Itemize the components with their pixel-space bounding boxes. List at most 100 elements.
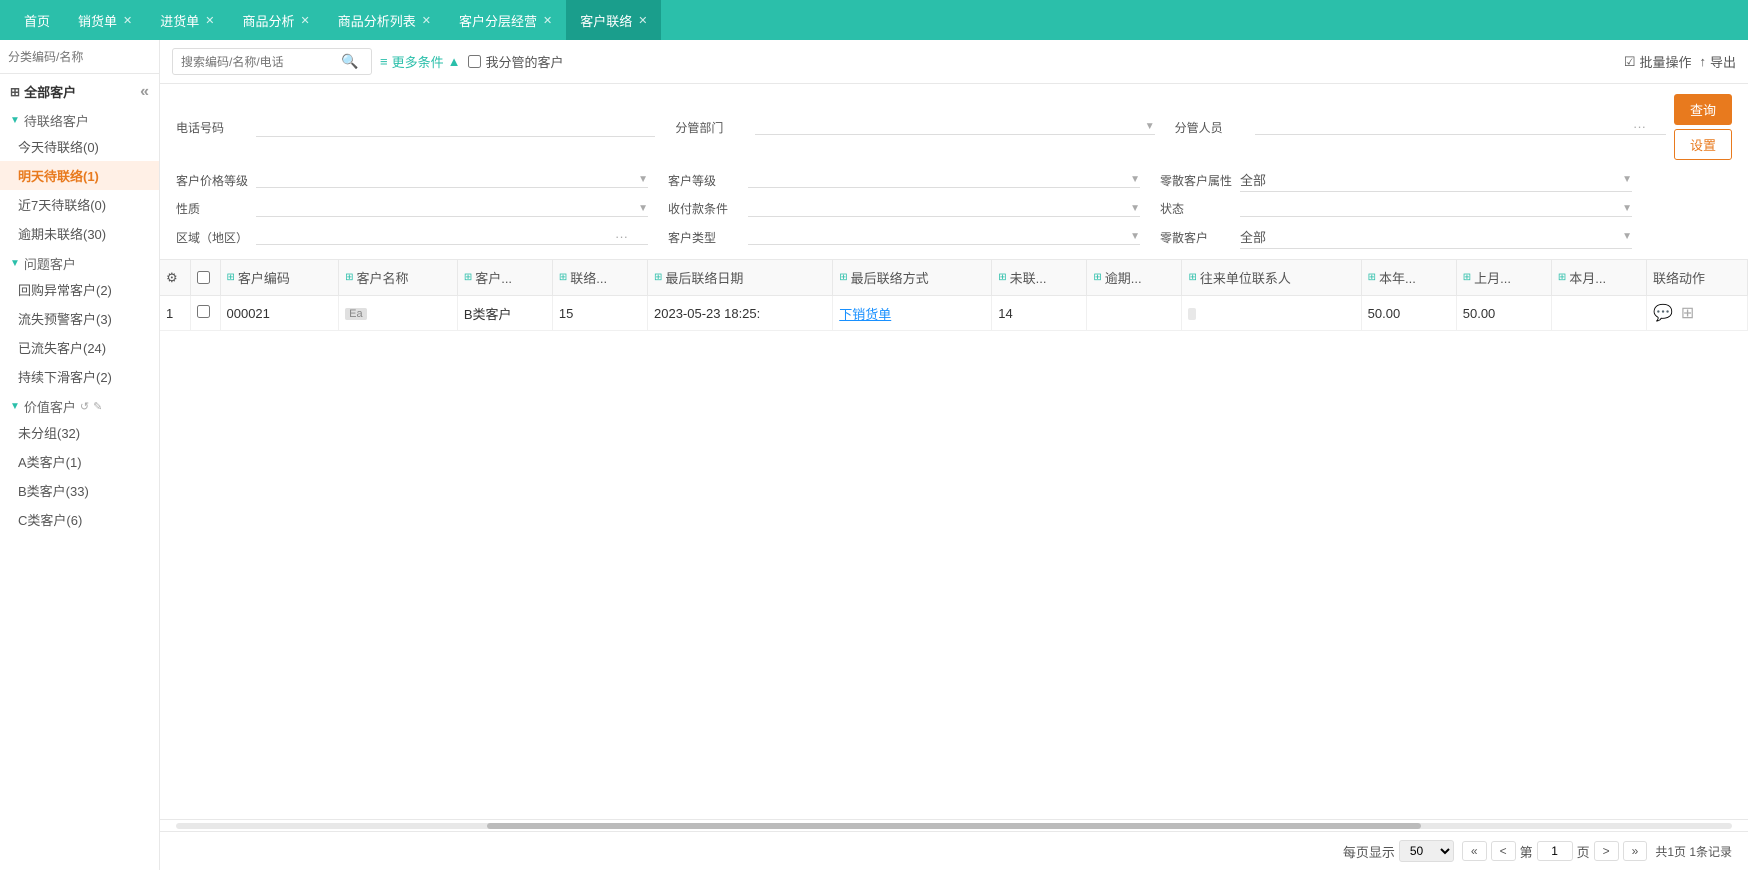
- pending-group-label: ▼ 待联络客户: [0, 105, 159, 132]
- nav-item-customer-layered[interactable]: 客户分层经营 ✕: [445, 0, 566, 40]
- refresh-icon[interactable]: ↺: [80, 400, 89, 413]
- sidebar-item-c-class[interactable]: C类客户(6): [0, 505, 159, 534]
- row-checkbox[interactable]: [197, 305, 210, 318]
- sidebar-item-today-pending[interactable]: 今天待联络(0): [0, 132, 159, 161]
- close-icon[interactable]: ✕: [422, 14, 431, 27]
- batch-op-btn[interactable]: ☑ 批量操作: [1624, 52, 1692, 71]
- retail-customer-value: 全部: [1240, 227, 1266, 246]
- grid-icon: ⊞: [10, 85, 20, 99]
- payment-select[interactable]: ▼: [748, 201, 1140, 217]
- sidebar-item-7day-pending[interactable]: 近7天待联络(0): [0, 190, 159, 219]
- sidebar-item-tomorrow-pending[interactable]: 明天待联络(1): [0, 161, 159, 190]
- export-label: 导出: [1710, 52, 1736, 71]
- cell-actions: 💬 ⊞: [1646, 296, 1747, 331]
- nav-item-customer-contact[interactable]: 客户联络 ✕: [566, 0, 661, 40]
- chevron-down-icon: ▼: [1622, 231, 1632, 242]
- problem-group-label: ▼ 问题客户: [0, 248, 159, 275]
- search-input[interactable]: [181, 55, 341, 69]
- sidebar-item-churned[interactable]: 已流失客户(24): [0, 333, 159, 362]
- retail-attr-select[interactable]: 全部 ▼: [1240, 168, 1632, 192]
- page-number-input[interactable]: [1537, 841, 1573, 861]
- contact-method-link[interactable]: 下销货单: [839, 307, 891, 322]
- sidebar-item-b-class[interactable]: B类客户(33): [0, 476, 159, 505]
- ungrouped-label: 未分组(32): [18, 426, 80, 441]
- settings-button[interactable]: 设置: [1674, 129, 1732, 160]
- dots-icon[interactable]: ···: [615, 229, 628, 244]
- th-this-year-label: 本年...: [1379, 268, 1416, 287]
- close-icon[interactable]: ✕: [301, 14, 310, 27]
- sidebar-item-ungrouped[interactable]: 未分组(32): [0, 418, 159, 447]
- more-conditions-btn[interactable]: ≡ 更多条件 ▲: [380, 52, 460, 71]
- chevron-down-icon: ▼: [1130, 203, 1140, 214]
- problem-group-text: 问题客户: [24, 254, 76, 273]
- nav-item-sales[interactable]: 销货单 ✕: [64, 0, 146, 40]
- dept-label: 分管部门: [675, 119, 755, 136]
- query-button[interactable]: 查询: [1674, 94, 1732, 125]
- my-customers-checkbox[interactable]: [468, 55, 481, 68]
- th-last-month-label: 上月...: [1474, 268, 1511, 287]
- phone-input-wrap: [256, 118, 655, 137]
- sidebar: 🔍 ⊞ 全部客户 « ▼ 待联络客户 今天待联络(0) 明天待联络(1) 近7天…: [0, 40, 160, 870]
- retail-customer-label: 零散客户: [1160, 229, 1240, 246]
- nav-item-purchase[interactable]: 进货单 ✕: [146, 0, 228, 40]
- dept-select[interactable]: ▼: [755, 119, 1154, 135]
- cell-checkbox[interactable]: [190, 296, 220, 331]
- sidebar-item-repurchase-abnormal[interactable]: 回购异常客户(2): [0, 275, 159, 304]
- scroll-track[interactable]: [176, 823, 1732, 829]
- dots-icon[interactable]: ···: [1633, 119, 1646, 134]
- sidebar-search-input[interactable]: [8, 50, 160, 64]
- comment-icon[interactable]: 💬: [1653, 303, 1673, 323]
- select-all-checkbox[interactable]: [197, 271, 210, 284]
- close-icon[interactable]: ✕: [205, 14, 214, 27]
- filter-icon: ≡: [380, 54, 388, 69]
- th-settings[interactable]: ⚙: [160, 260, 190, 296]
- prev-page-btn[interactable]: <: [1491, 841, 1516, 861]
- filter-cell-status: 状态 ▼: [1160, 200, 1652, 217]
- next-page-btn[interactable]: >: [1594, 841, 1619, 861]
- search-icon[interactable]: 🔍: [341, 53, 358, 70]
- export-icon: ↑: [1699, 54, 1706, 69]
- retail-customer-select[interactable]: 全部 ▼: [1240, 225, 1632, 249]
- th-checkbox[interactable]: [190, 260, 220, 296]
- grid-action-icon[interactable]: ⊞: [1681, 303, 1694, 323]
- churned-label: 已流失客户(24): [18, 341, 106, 356]
- close-icon[interactable]: ✕: [638, 14, 647, 27]
- collapse-icon[interactable]: «: [140, 83, 149, 101]
- edit-icon[interactable]: ✎: [93, 400, 102, 413]
- nature-select[interactable]: ▼: [256, 201, 648, 217]
- filter-cell-retail-customer: 零散客户 全部 ▼: [1160, 225, 1652, 249]
- c-class-label: C类客户(6): [18, 513, 82, 528]
- nature-label: 性质: [176, 200, 256, 217]
- cell-uncontact: 14: [992, 296, 1087, 331]
- phone-input[interactable]: [256, 118, 655, 136]
- sidebar-item-a-class[interactable]: A类客户(1): [0, 447, 159, 476]
- nav-item-home[interactable]: 首页: [10, 0, 64, 40]
- name-avatar: Ea: [345, 308, 366, 320]
- per-page-select[interactable]: 50 100 200: [1399, 840, 1454, 862]
- nav-item-analysis-list[interactable]: 商品分析列表 ✕: [324, 0, 445, 40]
- first-page-btn[interactable]: «: [1462, 841, 1487, 861]
- filter-right-actions: ☑ 批量操作 ↑ 导出: [1624, 52, 1736, 71]
- declining-label: 持续下滑客户(2): [18, 370, 112, 385]
- nav-sales-label: 销货单: [78, 11, 117, 30]
- nav-home-label: 首页: [24, 11, 50, 30]
- th-sort-icon: ⊞: [464, 272, 472, 283]
- th-contact-count: ⊞ 联络...: [552, 260, 647, 296]
- horizontal-scrollbar[interactable]: [160, 819, 1748, 831]
- last-page-btn[interactable]: »: [1623, 841, 1648, 861]
- retail-attr-label: 零散客户属性: [1160, 172, 1240, 189]
- customer-type-select[interactable]: ▼: [748, 229, 1140, 245]
- export-btn[interactable]: ↑ 导出: [1699, 52, 1736, 71]
- status-select[interactable]: ▼: [1240, 201, 1632, 217]
- close-icon[interactable]: ✕: [123, 14, 132, 27]
- customer-grade-select[interactable]: ▼: [748, 172, 1140, 188]
- sidebar-item-overdue-pending[interactable]: 逾期未联络(30): [0, 219, 159, 248]
- sidebar-item-churn-warning[interactable]: 流失预警客户(3): [0, 304, 159, 333]
- nav-item-analysis[interactable]: 商品分析 ✕: [228, 0, 323, 40]
- filter-cell-phone: 电话号码: [176, 118, 675, 137]
- sidebar-item-declining[interactable]: 持续下滑客户(2): [0, 362, 159, 391]
- cell-code: 000021: [220, 296, 339, 331]
- scroll-thumb[interactable]: [487, 823, 1421, 829]
- price-level-select[interactable]: ▼: [256, 172, 648, 188]
- close-icon[interactable]: ✕: [543, 14, 552, 27]
